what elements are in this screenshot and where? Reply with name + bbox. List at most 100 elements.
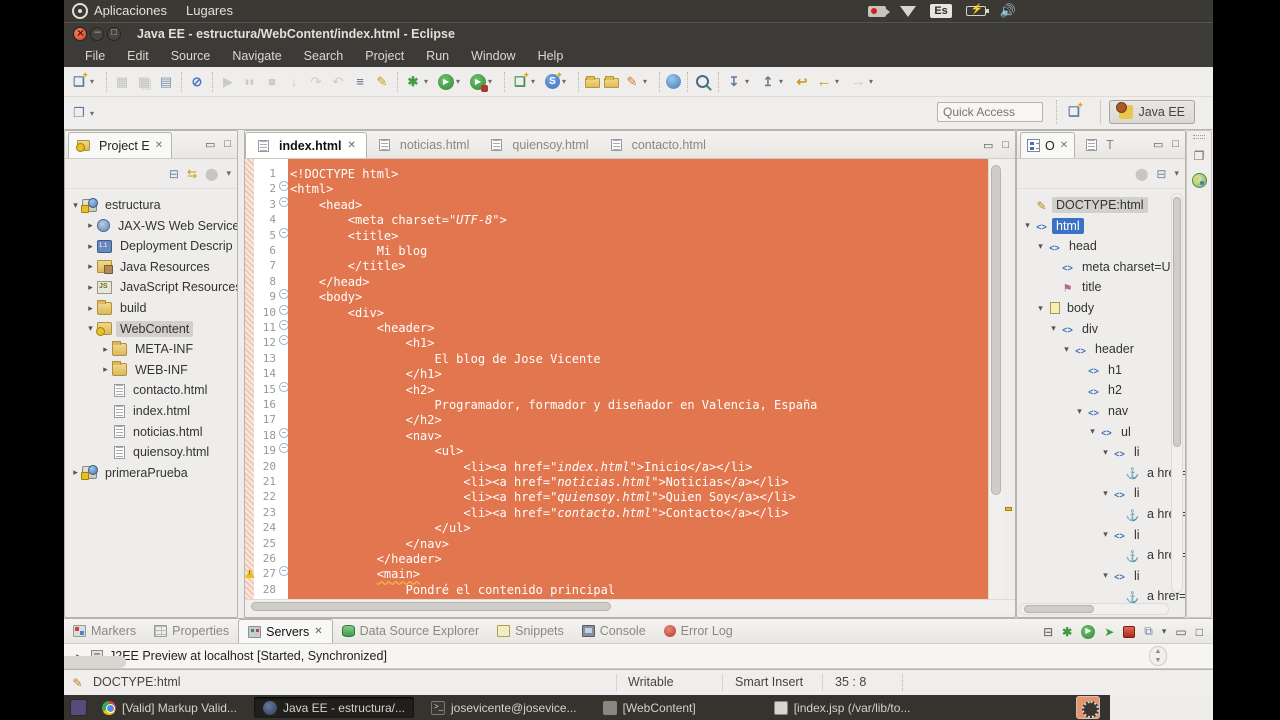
resume-icon[interactable] <box>219 73 237 91</box>
twistie-icon[interactable]: ▾ <box>1021 220 1034 231</box>
twistie-icon[interactable]: ▸ <box>84 261 97 272</box>
style-pen-menu-icon[interactable]: ▾ <box>643 77 653 86</box>
minimize-view-icon[interactable]: ▭ <box>1153 138 1163 151</box>
menu-search[interactable]: Search <box>293 47 355 65</box>
fold-marker-icon[interactable] <box>278 227 289 241</box>
twistie-icon[interactable]: ▾ <box>1099 488 1112 499</box>
bottom-tab-console[interactable]: Console <box>573 619 655 643</box>
suspend-icon[interactable] <box>241 73 259 91</box>
fold-marker-icon[interactable] <box>278 196 289 210</box>
step-over-icon[interactable] <box>307 73 325 91</box>
tab-project-explorer[interactable]: Project E ✕ <box>68 132 173 158</box>
search-icon[interactable] <box>694 73 712 91</box>
twistie-icon[interactable]: ▾ <box>1034 303 1047 314</box>
keyboard-layout-indicator[interactable]: Es <box>930 4 952 18</box>
outline-item-body[interactable]: ▾ body <box>1034 298 1098 318</box>
taskbar-window-eclipse[interactable]: Java EE - estructura/... <box>253 697 414 718</box>
volume-icon[interactable]: 🔊 <box>1000 3 1016 19</box>
import-icon[interactable] <box>585 76 600 88</box>
tab-outline[interactable]: O ✕ <box>1020 132 1076 158</box>
tree-item-noticias-html[interactable]: noticias.html <box>99 422 206 442</box>
style-pen-icon[interactable] <box>623 73 641 91</box>
menu-edit[interactable]: Edit <box>116 47 160 65</box>
servers-view-row[interactable]: ▸ J2EE Preview at localhost [Started, Sy… <box>64 644 1213 669</box>
outline-vertical-scrollbar[interactable] <box>1171 193 1183 593</box>
menu-window[interactable]: Window <box>460 47 526 65</box>
fold-marker-icon[interactable] <box>278 566 289 579</box>
next-annotation-icon[interactable] <box>725 73 743 91</box>
maximize-view-icon[interactable]: □ <box>1196 625 1203 639</box>
prev-annotation-icon[interactable] <box>759 73 777 91</box>
taskbar-window-term[interactable]: josevicente@josevice... <box>422 697 586 718</box>
outline-item-html[interactable]: ▾ html <box>1021 216 1084 236</box>
new-wizard-menu-icon[interactable]: ▾ <box>90 77 100 86</box>
battery-icon[interactable] <box>965 4 989 16</box>
outline-item-ul[interactable]: ▾ ul <box>1086 422 1135 442</box>
menu-run[interactable]: Run <box>415 47 460 65</box>
tree-item-meta-inf[interactable]: ▸ META-INF <box>99 339 197 359</box>
maximize-view-icon[interactable]: □ <box>224 138 231 151</box>
line-number-gutter[interactable]: 1234567891011121314151617181920212223242… <box>254 159 289 599</box>
wifi-icon[interactable] <box>900 5 917 17</box>
step-return-icon[interactable] <box>329 73 347 91</box>
tree-item-estructura[interactable]: ▾ estructura <box>69 195 165 215</box>
tree-item-javascript-resources[interactable]: ▸ JavaScript Resources <box>84 277 237 297</box>
bottom-tab-data-source-explorer[interactable]: Data Source Explorer <box>333 619 489 643</box>
java-ee-perspective-button[interactable]: Java EE <box>1109 100 1195 124</box>
close-icon[interactable]: ✕ <box>314 626 322 637</box>
fold-marker-icon[interactable] <box>278 181 289 194</box>
twistie-icon[interactable]: ▾ <box>1034 241 1047 252</box>
view-menu-icon[interactable]: ▾ <box>226 168 231 179</box>
fold-marker-icon[interactable] <box>278 427 289 441</box>
minimize-view-icon[interactable]: ▭ <box>205 138 215 151</box>
stop-server-icon[interactable] <box>1123 625 1136 638</box>
step-into-icon[interactable] <box>285 73 303 91</box>
save-icon[interactable] <box>113 73 131 91</box>
next-annotation-menu-icon[interactable]: ▾ <box>745 77 755 86</box>
debug-menu-icon[interactable]: ▾ <box>424 77 434 86</box>
fold-marker-icon[interactable] <box>278 443 289 456</box>
recorder-app-icon[interactable] <box>1076 696 1100 719</box>
menu-help[interactable]: Help <box>527 47 575 65</box>
web-service-icon[interactable] <box>545 70 563 89</box>
twistie-icon[interactable]: ▾ <box>1099 570 1112 581</box>
start-server-icon[interactable] <box>1081 624 1096 639</box>
outline-item-doctype-html[interactable]: DOCTYPE:html <box>1021 195 1148 215</box>
scroll-buttons[interactable]: ▲ ▼ <box>1149 646 1167 666</box>
twistie-icon[interactable]: ▸ <box>99 344 112 355</box>
taskbar-window-files[interactable]: [WebContent] <box>594 697 705 718</box>
tree-item-index-html[interactable]: index.html <box>99 401 194 421</box>
bottom-tab-markers[interactable]: Markers <box>64 619 145 643</box>
minimize-button[interactable] <box>90 26 104 41</box>
tree-item-quiensoy-html[interactable]: quiensoy.html <box>99 442 213 462</box>
save-all-icon[interactable] <box>135 73 153 91</box>
editor-tab-quiensoy.html[interactable]: quiensoy.html <box>479 132 598 158</box>
tree-item-contacto-html[interactable]: contacto.html <box>99 380 211 400</box>
tree-item-deployment-descrip[interactable]: ▸ Deployment Descrip <box>84 236 237 256</box>
link-with-editor-icon[interactable]: ⇆ <box>187 167 197 181</box>
web-service-menu-icon[interactable]: ▾ <box>562 77 572 86</box>
tree-item-webcontent[interactable]: ▾ WebContent <box>84 319 194 339</box>
terminate-icon[interactable] <box>263 73 281 91</box>
outline-item-li[interactable]: ▾ li <box>1099 442 1144 462</box>
editor-tab-contacto.html[interactable]: contacto.html <box>599 132 716 158</box>
ubuntu-logo-icon[interactable] <box>72 3 88 19</box>
open-perspective-icon[interactable] <box>1065 100 1084 121</box>
twistie-icon[interactable]: ▾ <box>84 323 97 334</box>
outline-item-h2[interactable]: h2 <box>1073 380 1126 400</box>
outline-item-meta-charset-u[interactable]: meta charset=U <box>1047 257 1175 277</box>
outline-horizontal-scrollbar[interactable] <box>1019 603 1169 615</box>
warning-mark[interactable] <box>1005 507 1012 511</box>
twistie-icon[interactable]: ▾ <box>1047 323 1060 334</box>
outline-item-head[interactable]: ▾ head <box>1034 236 1101 256</box>
forward-menu-icon[interactable]: ▾ <box>869 77 879 86</box>
twistie-icon[interactable]: ▸ <box>84 282 97 293</box>
coverage-icon[interactable] <box>470 73 488 92</box>
menu-lugares[interactable]: Lugares <box>186 3 233 18</box>
close-icon[interactable]: ✕ <box>1060 140 1068 151</box>
close-icon[interactable]: ✕ <box>155 140 163 151</box>
annotation-ruler[interactable] <box>245 159 255 599</box>
bottom-tab-snippets[interactable]: Snippets <box>488 619 573 643</box>
prev-annotation-menu-icon[interactable]: ▾ <box>779 77 789 86</box>
code-editor[interactable]: <!DOCTYPE html> <html> <head> <meta chars… <box>288 159 988 599</box>
